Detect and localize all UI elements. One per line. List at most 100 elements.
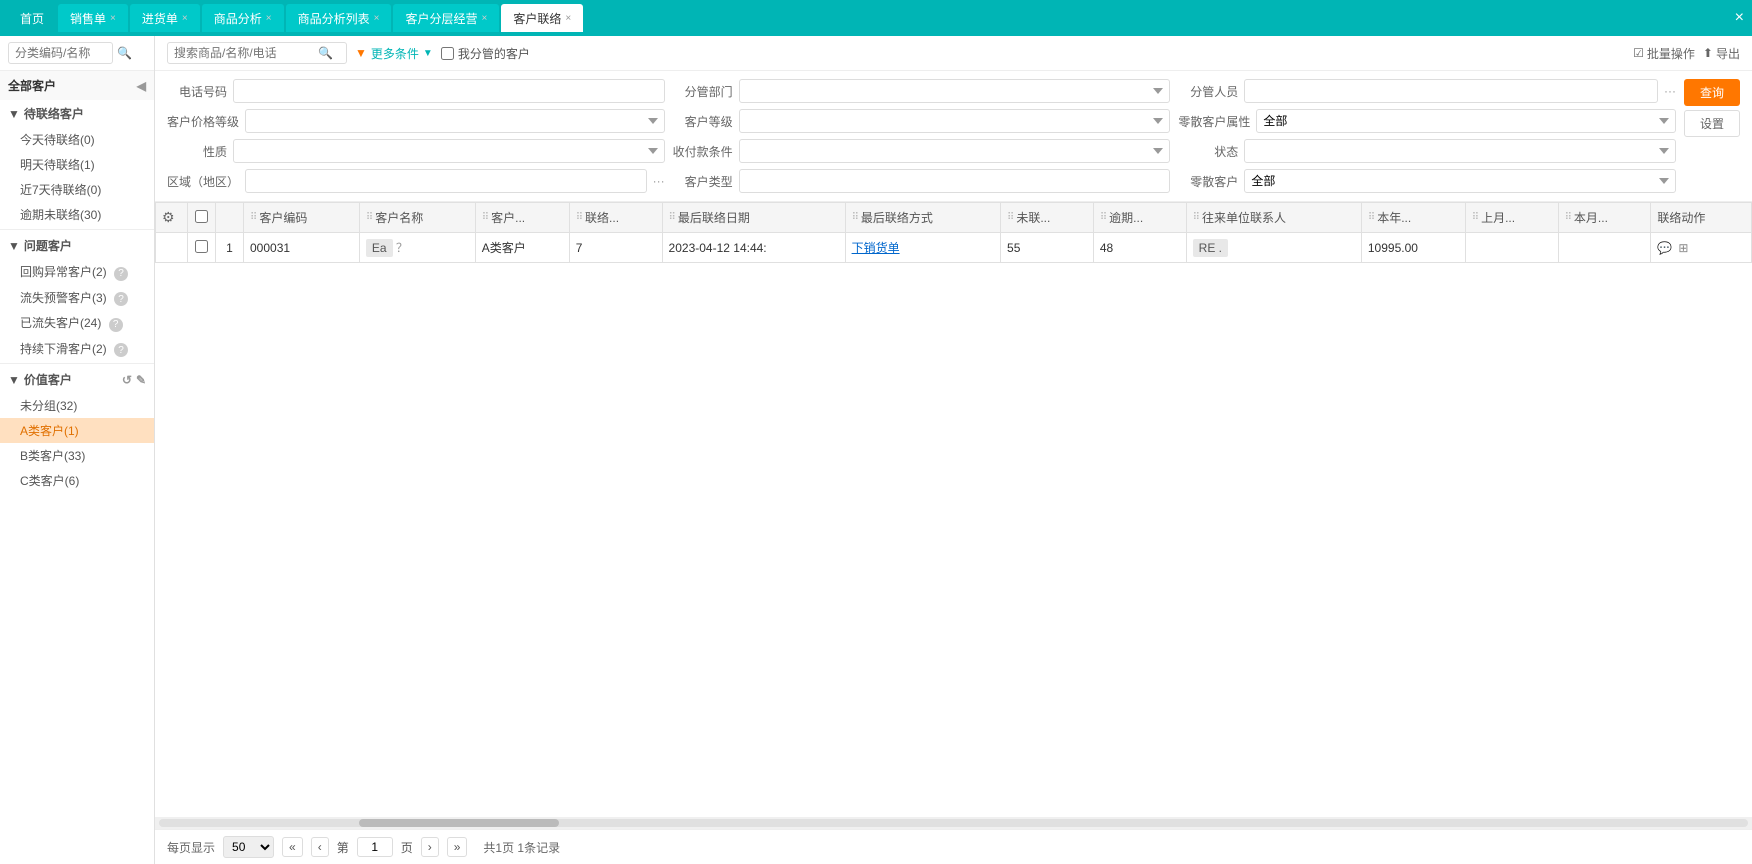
tab-goods-analysis-list-close[interactable]: × bbox=[374, 13, 380, 24]
my-customers-checkbox[interactable] bbox=[441, 47, 454, 60]
sidebar-item-7days[interactable]: 近7天待联络(0) bbox=[0, 177, 154, 202]
tab-customer-tier[interactable]: 客户分层经营 × bbox=[393, 4, 499, 32]
tab-customer-contact-close[interactable]: × bbox=[565, 13, 571, 24]
td-gear bbox=[156, 233, 188, 263]
sidebar-item-class-a[interactable]: A类客户(1) bbox=[0, 418, 154, 443]
row-checkbox[interactable] bbox=[195, 240, 208, 253]
tab-purchase[interactable]: 进货单 × bbox=[130, 4, 200, 32]
td-checkbox[interactable] bbox=[188, 233, 216, 263]
tab-customer-tier-close[interactable]: × bbox=[481, 13, 487, 24]
close-all-tabs[interactable]: × bbox=[1735, 9, 1744, 27]
query-button[interactable]: 查询 bbox=[1684, 79, 1740, 106]
sidebar-group-pending[interactable]: ▼ 待联络客户 bbox=[0, 100, 154, 127]
tab-customer-tier-label: 客户分层经营 bbox=[405, 10, 477, 27]
sidebar-item-tomorrow[interactable]: 明天待联络(1) bbox=[0, 152, 154, 177]
filter-dept-select[interactable] bbox=[739, 79, 1171, 103]
sidebar-item-repurchase-abnormal[interactable]: 回购异常客户(2) ? bbox=[0, 259, 154, 285]
action-more-icon[interactable]: ⊞ bbox=[1678, 241, 1688, 255]
select-all-checkbox[interactable] bbox=[195, 210, 208, 223]
sidebar-item-unclassified[interactable]: 未分组(32) bbox=[0, 393, 154, 418]
th-name[interactable]: ⠿ 客户名称 bbox=[359, 203, 475, 233]
filter-payment-select[interactable] bbox=[739, 139, 1171, 163]
batch-ops-btn[interactable]: ☑ 批量操作 bbox=[1633, 45, 1695, 62]
filter-price-level-select[interactable] bbox=[245, 109, 665, 133]
sidebar-refresh-icon[interactable]: ↺ bbox=[122, 373, 132, 387]
th-unit-contact[interactable]: ⠿ 往来单位联系人 bbox=[1186, 203, 1361, 233]
th-last-month[interactable]: ⠿ 上月... bbox=[1465, 203, 1558, 233]
settings-button[interactable]: 设置 bbox=[1684, 110, 1740, 137]
filter-manager-input[interactable] bbox=[1244, 79, 1658, 103]
th-code[interactable]: ⠿ 客户编码 bbox=[244, 203, 360, 233]
filter-retail-customer-select[interactable]: 全部 bbox=[1244, 169, 1676, 193]
filter-phone-input[interactable] bbox=[233, 79, 665, 103]
sidebar-item-churn-warning[interactable]: 流失预警客户(3) ? bbox=[0, 285, 154, 311]
filter-icon: ▼ bbox=[355, 46, 367, 60]
more-filters-btn[interactable]: ▼ 更多条件 ▼ bbox=[355, 45, 433, 62]
tab-goods-analysis-label: 商品分析 bbox=[214, 10, 262, 27]
th-contact[interactable]: ⠿ 联络... bbox=[569, 203, 662, 233]
filter-customer-level-label: 客户等级 bbox=[673, 113, 733, 130]
sidebar-item-class-b[interactable]: B类客户(33) bbox=[0, 443, 154, 468]
tab-goods-analysis[interactable]: 商品分析 × bbox=[202, 4, 284, 32]
th-last-month-label: 上月... bbox=[1481, 209, 1515, 226]
th-type[interactable]: ⠿ 客户... bbox=[475, 203, 569, 233]
filter-row-4: 区域（地区） ··· 客户类型 零散客户 全部 bbox=[167, 169, 1676, 193]
filter-customer-level-select[interactable] bbox=[739, 109, 1171, 133]
sidebar-edit-icon[interactable]: ✎ bbox=[136, 373, 146, 387]
tab-sales-close[interactable]: × bbox=[110, 13, 116, 24]
my-customers-checkbox-label[interactable]: 我分管的客户 bbox=[441, 45, 530, 62]
filter-region-input[interactable] bbox=[245, 169, 647, 193]
th-gear[interactable]: ⚙ bbox=[156, 203, 188, 233]
tab-sales[interactable]: 销售单 × bbox=[58, 4, 128, 32]
action-comment-icon[interactable]: 💬 bbox=[1657, 241, 1672, 255]
th-uncontact[interactable]: ⠿ 未联... bbox=[1001, 203, 1094, 233]
filter-search-icon[interactable]: 🔍 bbox=[318, 46, 333, 60]
th-this-month[interactable]: ⠿ 本月... bbox=[1558, 203, 1651, 233]
sidebar-search-input[interactable] bbox=[8, 42, 113, 64]
last-contact-method[interactable]: 下销货单 bbox=[852, 241, 900, 255]
last-page-btn[interactable]: » bbox=[447, 837, 468, 857]
th-last-date[interactable]: ⠿ 最后联络日期 bbox=[662, 203, 845, 233]
tab-customer-contact[interactable]: 客户联络 × bbox=[501, 4, 583, 32]
first-page-btn[interactable]: « bbox=[282, 837, 303, 857]
sidebar-item-today[interactable]: 今天待联络(0) bbox=[0, 127, 154, 152]
next-page-btn[interactable]: › bbox=[421, 837, 439, 857]
tab-goods-analysis-list[interactable]: 商品分析列表 × bbox=[286, 4, 392, 32]
sidebar-item-class-c[interactable]: C类客户(6) bbox=[0, 468, 154, 493]
export-icon: ⬆ bbox=[1703, 46, 1713, 60]
sidebar-item-declining[interactable]: 持续下滑客户(2) ? bbox=[0, 336, 154, 362]
th-this-year[interactable]: ⠿ 本年... bbox=[1361, 203, 1465, 233]
filter-nature-select[interactable] bbox=[233, 139, 665, 163]
export-btn[interactable]: ⬆ 导出 bbox=[1703, 45, 1740, 62]
horizontal-scrollbar[interactable] bbox=[155, 817, 1752, 829]
tab-sales-label: 销售单 bbox=[70, 10, 106, 27]
scrollbar-thumb[interactable] bbox=[359, 819, 559, 827]
sidebar-collapse-icon[interactable]: ◀ bbox=[137, 79, 146, 93]
tab-purchase-close[interactable]: × bbox=[182, 13, 188, 24]
th-last-method[interactable]: ⠿ 最后联络方式 bbox=[845, 203, 1000, 233]
filter-customer-type-input[interactable] bbox=[739, 169, 1171, 193]
sidebar-group-value[interactable]: ▼ 价值客户 ↺ ✎ bbox=[0, 366, 154, 393]
gear-icon[interactable]: ⚙ bbox=[162, 209, 175, 225]
filter-region-dots[interactable]: ··· bbox=[653, 174, 665, 188]
sidebar-search-icon[interactable]: 🔍 bbox=[117, 46, 132, 60]
sidebar-item-churned[interactable]: 已流失客户(24) ? bbox=[0, 310, 154, 336]
question-icon-churned: ? bbox=[109, 318, 123, 332]
sidebar-item-overdue[interactable]: 逾期未联络(30) bbox=[0, 202, 154, 227]
sidebar-all-customers[interactable]: 全部客户 ◀ bbox=[0, 71, 154, 100]
filter-manager-dots[interactable]: ··· bbox=[1664, 84, 1676, 98]
tab-goods-analysis-close[interactable]: × bbox=[266, 13, 272, 24]
filter-search-input[interactable] bbox=[174, 46, 314, 60]
th-contact-drag: ⠿ bbox=[576, 212, 583, 223]
filter-status-select[interactable] bbox=[1244, 139, 1676, 163]
page-size-select[interactable]: 50 100 200 bbox=[223, 836, 274, 858]
th-checkbox[interactable] bbox=[188, 203, 216, 233]
th-overdue[interactable]: ⠿ 逾期... bbox=[1093, 203, 1186, 233]
sidebar-group-problem-arrow: ▼ bbox=[8, 239, 20, 253]
prev-page-btn[interactable]: ‹ bbox=[311, 837, 329, 857]
page-num-input[interactable] bbox=[357, 837, 393, 857]
sidebar-group-problem[interactable]: ▼ 问题客户 bbox=[0, 232, 154, 259]
total-label: 共1页 1条记录 bbox=[483, 839, 560, 856]
tab-home[interactable]: 首页 bbox=[8, 4, 56, 32]
filter-retail-attr-select[interactable]: 全部 bbox=[1256, 109, 1676, 133]
